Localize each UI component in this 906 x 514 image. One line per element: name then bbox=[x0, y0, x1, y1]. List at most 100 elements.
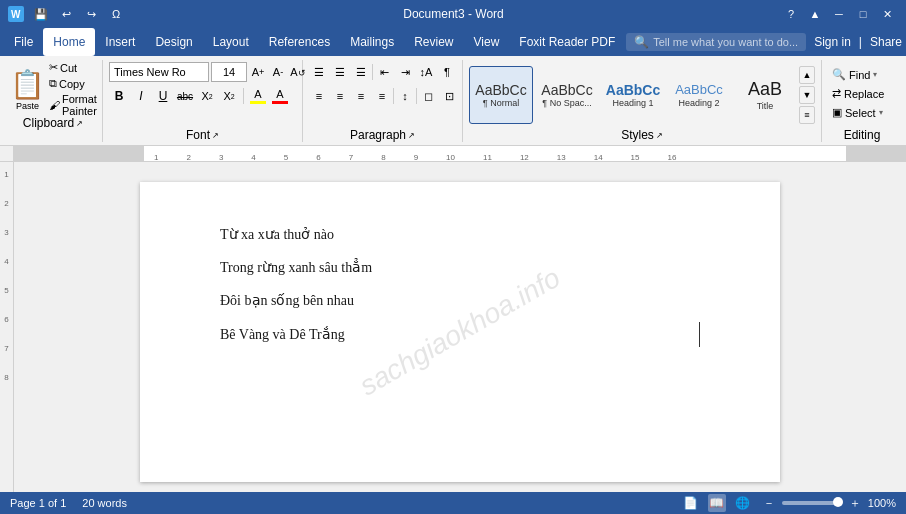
menu-mailings[interactable]: Mailings bbox=[340, 28, 404, 56]
find-icon: 🔍 bbox=[832, 68, 846, 81]
search-icon: 🔍 bbox=[634, 35, 649, 49]
paragraph-expand-icon[interactable]: ↗ bbox=[408, 131, 415, 140]
numbering-button[interactable]: ☰ bbox=[330, 62, 350, 82]
style-title[interactable]: AaB Title bbox=[733, 66, 797, 124]
styles-scroll-down[interactable]: ▼ bbox=[799, 86, 815, 104]
zoom-slider[interactable] bbox=[782, 501, 842, 505]
ruler-corner bbox=[0, 146, 14, 161]
signin-button[interactable]: Sign in bbox=[814, 35, 851, 49]
page-info: Page 1 of 1 bbox=[10, 497, 66, 509]
select-button[interactable]: ▣ Select ▾ bbox=[828, 104, 888, 121]
share-button[interactable]: Share bbox=[870, 35, 902, 49]
bullets-button[interactable]: ☰ bbox=[309, 62, 329, 82]
decrease-indent-button[interactable]: ⇤ bbox=[374, 62, 394, 82]
font-grow-button[interactable]: A+ bbox=[249, 63, 267, 81]
highlight-button[interactable]: A bbox=[248, 86, 268, 106]
menu-design[interactable]: Design bbox=[145, 28, 202, 56]
menu-file[interactable]: File bbox=[4, 28, 43, 56]
style-heading1[interactable]: AaBbCc Heading 1 bbox=[601, 66, 665, 124]
ribbon: 📋 Paste ✂ Cut ⧉ Copy 🖌 Format Painter bbox=[0, 56, 906, 146]
replace-button[interactable]: ⇄ Replace bbox=[828, 85, 888, 102]
font-name-input[interactable] bbox=[109, 62, 209, 82]
menu-view[interactable]: View bbox=[464, 28, 510, 56]
style-normal-label: ¶ Normal bbox=[483, 98, 519, 108]
close-button[interactable]: ✕ bbox=[876, 3, 898, 25]
clipboard-expand-icon[interactable]: ↗ bbox=[76, 119, 83, 128]
replace-label: Replace bbox=[844, 88, 884, 100]
undo-button[interactable]: ↩ bbox=[55, 3, 77, 25]
status-bar-right: 📄 📖 🌐 － ＋ 100% bbox=[682, 494, 896, 512]
document-page[interactable]: sachgiaokhoа.info Từ xa xưa thuở nào Tro… bbox=[140, 182, 780, 482]
zoom-out-button[interactable]: － bbox=[760, 494, 778, 512]
menu-foxit[interactable]: Foxit Reader PDF bbox=[509, 28, 625, 56]
show-marks-button[interactable]: ¶ bbox=[437, 62, 457, 82]
menu-review[interactable]: Review bbox=[404, 28, 463, 56]
zoom-in-button[interactable]: ＋ bbox=[846, 494, 864, 512]
cut-button[interactable]: ✂ Cut bbox=[47, 60, 108, 75]
align-center-button[interactable]: ≡ bbox=[330, 86, 350, 106]
style-heading2[interactable]: AaBbCc Heading 2 bbox=[667, 66, 731, 124]
page-content[interactable]: Từ xa xưa thuở nào Trong rừng xanh sâu t… bbox=[220, 222, 700, 347]
align-right-button[interactable]: ≡ bbox=[351, 86, 371, 106]
save-button[interactable]: 💾 bbox=[30, 3, 52, 25]
shading-button[interactable]: ◻ bbox=[418, 86, 438, 106]
subscript-button[interactable]: X2 bbox=[197, 86, 217, 106]
paragraph-group: ☰ ☰ ☰ ⇤ ⇥ ↕A ¶ ≡ ≡ ≡ ≡ ↕ ◻ bbox=[303, 60, 463, 142]
window-controls: ? ▲ ─ □ ✕ bbox=[780, 3, 898, 25]
style-nospace[interactable]: AaBbCc ¶ No Spac... bbox=[535, 66, 599, 124]
paste-label: Paste bbox=[16, 101, 39, 111]
minimize-button[interactable]: ─ bbox=[828, 3, 850, 25]
copy-button[interactable]: ⧉ Copy bbox=[47, 76, 108, 91]
highlight-indicator bbox=[250, 101, 266, 104]
font-size-input[interactable] bbox=[211, 62, 247, 82]
style-normal[interactable]: AaBbCc ¶ Normal bbox=[469, 66, 533, 124]
maximize-button[interactable]: □ bbox=[852, 3, 874, 25]
find-label: Find bbox=[849, 69, 870, 81]
redo-button[interactable]: ↪ bbox=[80, 3, 102, 25]
increase-indent-button[interactable]: ⇥ bbox=[395, 62, 415, 82]
menu-layout[interactable]: Layout bbox=[203, 28, 259, 56]
customize-button[interactable]: Ω bbox=[105, 3, 127, 25]
zoom-slider-thumb bbox=[833, 497, 843, 507]
styles-more[interactable]: ≡ bbox=[799, 106, 815, 124]
italic-button[interactable]: I bbox=[131, 86, 151, 106]
multilevel-button[interactable]: ☰ bbox=[351, 62, 371, 82]
align-left-button[interactable]: ≡ bbox=[309, 86, 329, 106]
ribbon-toggle-button[interactable]: ▲ bbox=[804, 3, 826, 25]
styles-scroll-up[interactable]: ▲ bbox=[799, 66, 815, 84]
strikethrough-button[interactable]: abc bbox=[175, 86, 195, 106]
find-button[interactable]: 🔍 Find ▾ bbox=[828, 66, 888, 83]
underline-button[interactable]: U bbox=[153, 86, 173, 106]
print-layout-button[interactable]: 📄 bbox=[682, 494, 700, 512]
paste-button[interactable]: 📋 Paste bbox=[10, 62, 45, 116]
line-spacing-button[interactable]: ↕ bbox=[395, 86, 415, 106]
bold-button[interactable]: B bbox=[109, 86, 129, 106]
borders-button[interactable]: ⊡ bbox=[439, 86, 459, 106]
para-divider3 bbox=[416, 88, 417, 104]
styles-expand-icon[interactable]: ↗ bbox=[656, 131, 663, 140]
font-color-indicator bbox=[272, 101, 288, 104]
menu-references[interactable]: References bbox=[259, 28, 340, 56]
sort-button[interactable]: ↕A bbox=[416, 62, 436, 82]
menu-insert[interactable]: Insert bbox=[95, 28, 145, 56]
read-mode-button[interactable]: 📖 bbox=[708, 494, 726, 512]
paste-icon: 📋 bbox=[10, 68, 45, 101]
format-painter-button[interactable]: 🖌 Format Painter bbox=[47, 92, 108, 118]
ruler-margin-right bbox=[846, 146, 906, 161]
help-button[interactable]: ? bbox=[780, 3, 802, 25]
font-expand-icon[interactable]: ↗ bbox=[212, 131, 219, 140]
web-layout-button[interactable]: 🌐 bbox=[734, 494, 752, 512]
search-placeholder[interactable]: Tell me what you want to do... bbox=[653, 36, 798, 48]
word-logo-icon: W bbox=[8, 6, 24, 22]
select-label: Select bbox=[845, 107, 876, 119]
font-color-button[interactable]: A bbox=[270, 86, 290, 106]
editing-group: 🔍 Find ▾ ⇄ Replace ▣ Select ▾ Editing bbox=[822, 60, 902, 142]
styles-group: AaBbCc ¶ Normal AaBbCc ¶ No Spac... AaBb… bbox=[463, 60, 822, 142]
superscript-button[interactable]: X2 bbox=[219, 86, 239, 106]
font-divider bbox=[243, 88, 244, 104]
styles-label: Styles bbox=[621, 128, 654, 142]
menu-home[interactable]: Home bbox=[43, 28, 95, 56]
style-heading2-preview: AaBbCc bbox=[675, 82, 723, 98]
justify-button[interactable]: ≡ bbox=[372, 86, 392, 106]
font-shrink-button[interactable]: A- bbox=[269, 63, 287, 81]
